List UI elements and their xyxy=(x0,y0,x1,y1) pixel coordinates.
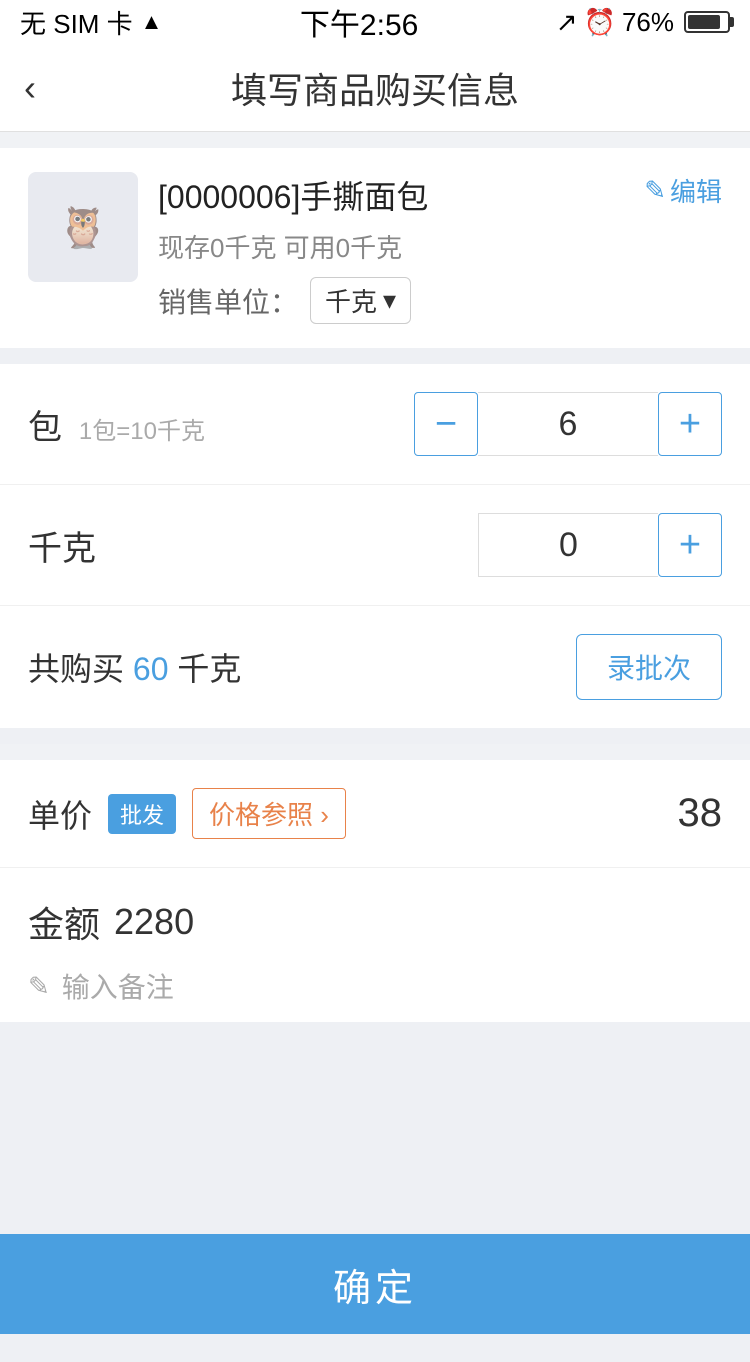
section-divider-1 xyxy=(0,348,750,364)
nav-bar: ‹ 填写商品购买信息 xyxy=(0,44,750,132)
status-right: ↗ ⏰ 76% xyxy=(556,7,730,38)
unit-value: 千克 xyxy=(325,282,377,319)
product-name-row: [0000006]手撕面包 ✎ 编辑 xyxy=(158,172,722,218)
bao-quantity-row: 包 1包=10千克 − + xyxy=(0,364,750,485)
bao-minus-button[interactable]: − xyxy=(414,392,478,456)
product-logo: 🦉 xyxy=(58,204,108,251)
amount-label: 金额 xyxy=(28,896,100,948)
price-value: 38 xyxy=(678,791,723,836)
amount-value: 2280 xyxy=(114,901,194,943)
status-left: 无 SIM 卡 ▲ xyxy=(20,4,162,41)
batch-button[interactable]: 录批次 xyxy=(576,634,722,700)
kg-plus-button[interactable]: + xyxy=(658,513,722,577)
unit-label: 销售单位： xyxy=(158,281,298,321)
product-unit-row: 销售单位： 千克 ▾ xyxy=(158,277,722,324)
total-unit: 千克 xyxy=(177,651,241,687)
bao-input[interactable] xyxy=(478,392,658,456)
edit-icon: ✎ xyxy=(644,175,666,206)
quantity-section: 包 1包=10千克 − + 千克 + 共购买 60 千克 录批次 xyxy=(0,364,750,728)
alarm-icon: ⏰ xyxy=(584,7,616,38)
carrier-label: 无 SIM 卡 xyxy=(20,4,133,41)
note-row[interactable]: ✎ 输入备注 xyxy=(28,966,722,1006)
total-label: 共购买 xyxy=(28,651,124,687)
battery-label: 76% xyxy=(622,7,674,38)
product-info: [0000006]手撕面包 ✎ 编辑 现存0千克 可用0千克 销售单位： 千克 … xyxy=(158,172,722,324)
status-time: 下午2:56 xyxy=(300,0,418,44)
price-label-row: 单价 批发 价格参照 › xyxy=(28,788,346,839)
note-placeholder: 输入备注 xyxy=(62,966,174,1006)
bao-label-container: 包 1包=10千克 xyxy=(28,400,414,449)
bao-sub-label: 1包=10千克 xyxy=(79,418,205,445)
product-thumbnail: 🦉 xyxy=(28,172,138,282)
location-icon: ↗ xyxy=(556,7,578,38)
kg-controls: + xyxy=(478,513,722,577)
total-amount: 60 xyxy=(133,651,169,687)
bao-plus-button[interactable]: + xyxy=(658,392,722,456)
price-label: 单价 xyxy=(28,791,92,837)
section-divider-2 xyxy=(0,728,750,744)
kg-input[interactable] xyxy=(478,513,658,577)
status-bar: 无 SIM 卡 ▲ 下午2:56 ↗ ⏰ 76% xyxy=(0,0,750,44)
pencil-icon: ✎ xyxy=(28,971,50,1002)
price-ref-button[interactable]: 价格参照 › xyxy=(192,788,346,839)
product-name: [0000006]手撕面包 xyxy=(158,172,428,218)
unit-arrow: ▾ xyxy=(383,285,396,316)
price-section: 单价 批发 价格参照 › 38 xyxy=(0,760,750,868)
price-tag: 批发 xyxy=(108,794,176,834)
unit-dropdown[interactable]: 千克 ▾ xyxy=(310,277,411,324)
confirm-button[interactable]: 确定 xyxy=(0,1234,750,1334)
product-card: 🦉 [0000006]手撕面包 ✎ 编辑 现存0千克 可用0千克 销售单位： 千… xyxy=(0,148,750,348)
edit-label: 编辑 xyxy=(670,172,722,209)
back-button[interactable]: ‹ xyxy=(24,67,36,109)
battery-icon xyxy=(684,11,730,33)
amount-row: 金额 2280 xyxy=(28,896,722,948)
wifi-icon: ▲ xyxy=(141,9,163,35)
edit-button[interactable]: ✎ 编辑 xyxy=(644,172,722,209)
total-row: 共购买 60 千克 录批次 xyxy=(0,606,750,728)
kg-label: 千克 xyxy=(28,530,96,568)
total-text: 共购买 60 千克 xyxy=(28,644,241,690)
product-stock: 现存0千克 可用0千克 xyxy=(158,228,722,265)
bao-controls: − + xyxy=(414,392,722,456)
kg-quantity-row: 千克 + xyxy=(0,485,750,606)
bao-label: 包 xyxy=(28,409,62,447)
page-title: 填写商品购买信息 xyxy=(231,62,519,114)
kg-label-container: 千克 xyxy=(28,521,478,570)
amount-section: 金额 2280 ✎ 输入备注 xyxy=(0,868,750,1022)
